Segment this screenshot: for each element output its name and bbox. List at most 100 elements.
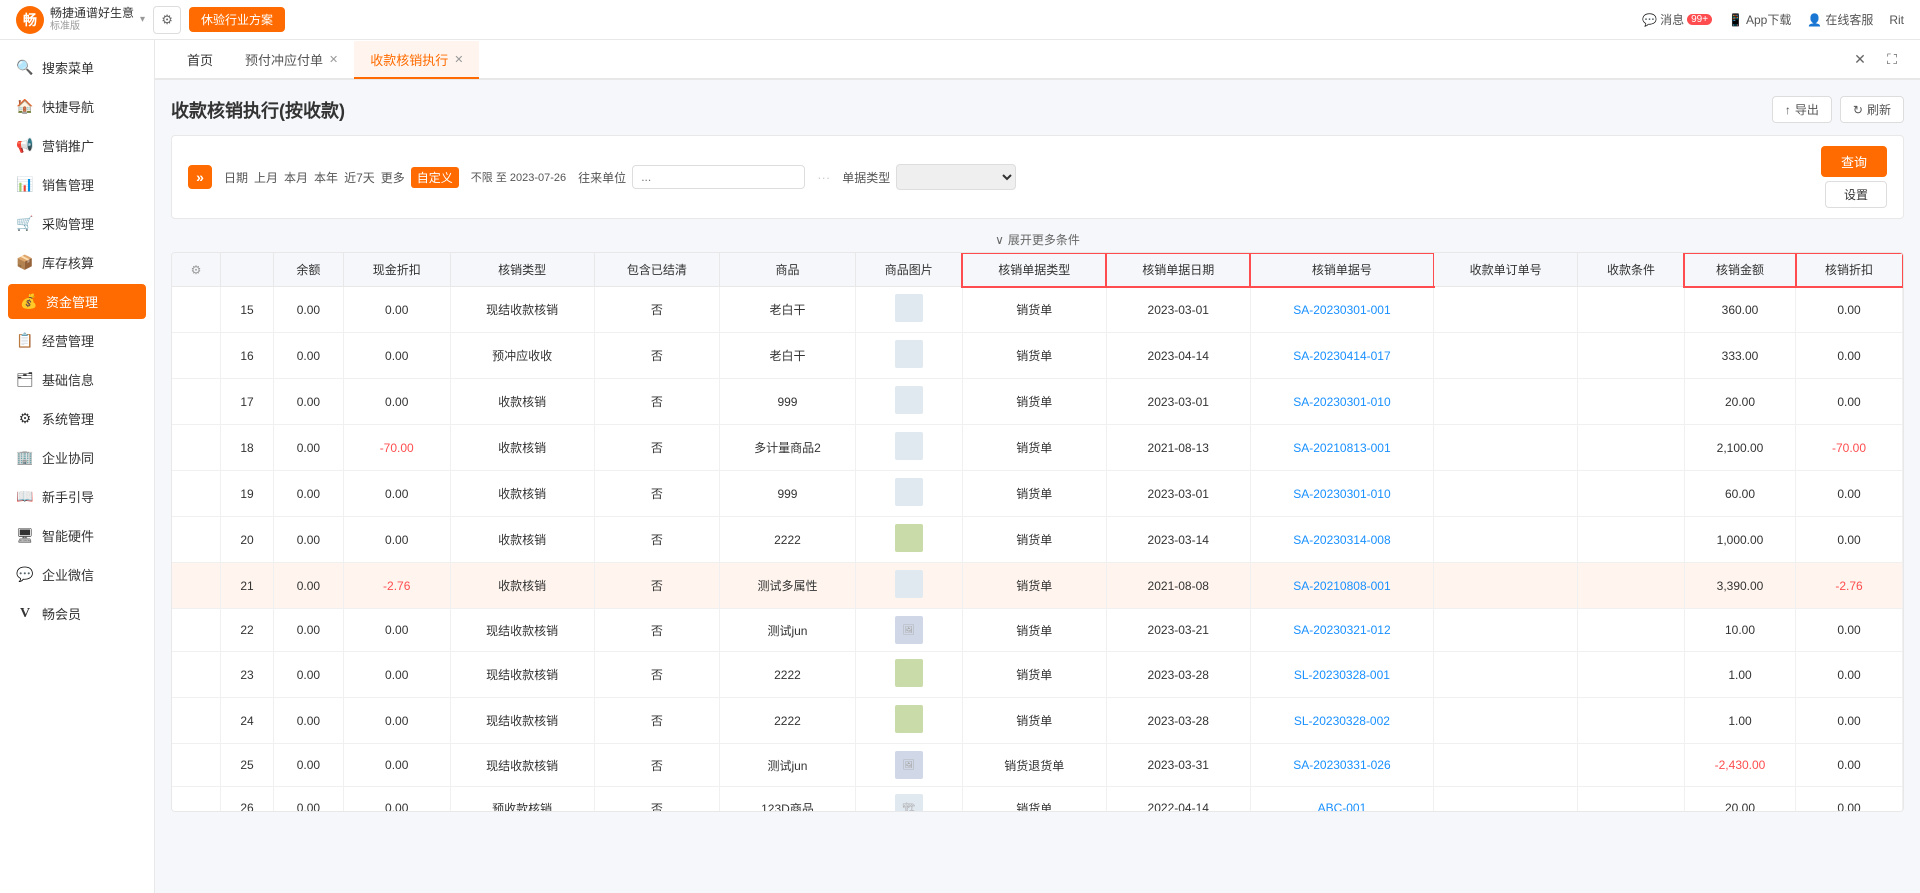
sidebar-item-enterprise[interactable]: 🏢 企业协同 — [0, 438, 154, 477]
filter-date-last-month[interactable]: 上月 — [254, 169, 278, 186]
tab-prepay-close[interactable]: ✕ — [329, 53, 338, 66]
col-writeoff-bill-no-cell[interactable]: SA-20230301-010 — [1250, 471, 1433, 517]
sidebar-item-base[interactable]: 🗂 基础信息 — [0, 360, 154, 399]
filter-date-more[interactable]: 更多 — [381, 169, 405, 186]
col-writeoff-bill-no-cell[interactable]: SL-20230328-001 — [1250, 652, 1433, 698]
col-cash-discount-cell: 0.00 — [343, 379, 450, 425]
col-include-settled-cell: 否 — [594, 425, 719, 471]
col-receipt-order-no-cell — [1434, 287, 1578, 333]
setting-button[interactable]: 设置 — [1825, 181, 1887, 208]
sidebar-item-system[interactable]: ⚙ 系统管理 — [0, 399, 154, 438]
sidebar-item-member[interactable]: V 畅会员 — [0, 594, 154, 633]
user-name[interactable]: Rit — [1889, 13, 1904, 27]
col-writeoff-bill-date-cell: 2023-04-14 — [1106, 333, 1250, 379]
tab-receipt-close[interactable]: ✕ — [454, 53, 463, 66]
tab-prepay[interactable]: 预付冲应付单 ✕ — [229, 41, 354, 79]
col-gear-cell — [172, 333, 220, 379]
col-writeoff-bill-date: 核销单据日期 — [1106, 253, 1250, 287]
message-badge[interactable]: 💬 消息 99+ — [1642, 11, 1712, 28]
col-writeoff-bill-type: 核销单据类型 — [962, 253, 1106, 287]
sidebar-item-marketing[interactable]: 📢 营销推广 — [0, 126, 154, 165]
col-writeoff-type-cell: 预收款核销 — [450, 787, 594, 813]
writeoff-bill-no-link[interactable]: SA-20230414-017 — [1293, 349, 1390, 363]
message-count: 99+ — [1687, 14, 1712, 25]
industry-solution-button[interactable]: 休验行业方案 — [189, 7, 285, 32]
writeoff-bill-no-link[interactable]: ABC-001 — [1318, 801, 1367, 812]
col-writeoff-bill-no-cell[interactable]: SA-20210813-001 — [1250, 425, 1433, 471]
sidebar-item-sales[interactable]: 📊 销售管理 — [0, 165, 154, 204]
col-writeoff-bill-no-cell[interactable]: SA-20230301-010 — [1250, 379, 1433, 425]
col-writeoff-bill-no-cell[interactable]: SA-20230321-012 — [1250, 609, 1433, 652]
col-writeoff-bill-no-cell[interactable]: SA-20210808-001 — [1250, 563, 1433, 609]
main-layout: 🔍 搜索菜单 🏠 快捷导航 📢 营销推广 📊 销售管理 🛒 采购管理 📦 库存核… — [0, 40, 1920, 893]
writeoff-bill-no-link[interactable]: SL-20230328-001 — [1294, 668, 1390, 682]
logo-dropdown-arrow[interactable]: ▾ — [140, 14, 145, 25]
writeoff-bill-no-link[interactable]: SA-20230314-008 — [1293, 533, 1390, 547]
filter-bill-type-select[interactable] — [896, 164, 1016, 190]
filter-counterparty-input[interactable] — [632, 165, 805, 189]
col-gear-cell — [172, 787, 220, 813]
col-writeoff-bill-no-cell[interactable]: ABC-001 — [1250, 787, 1433, 813]
col-writeoff-type-cell: 收款核销 — [450, 517, 594, 563]
expand-more-label: 展开更多条件 — [1008, 231, 1080, 248]
col-receipt-condition-cell — [1578, 744, 1685, 787]
purchase-icon: 🛒 — [16, 215, 34, 233]
member-icon: V — [16, 605, 34, 623]
sidebar-item-purchase[interactable]: 🛒 采购管理 — [0, 204, 154, 243]
tab-home[interactable]: 首页 — [171, 41, 229, 79]
col-writeoff-bill-no-cell[interactable]: SA-20230301-001 — [1250, 287, 1433, 333]
sidebar: 🔍 搜索菜单 🏠 快捷导航 📢 营销推广 📊 销售管理 🛒 采购管理 📦 库存核… — [0, 40, 155, 893]
writeoff-bill-no-link[interactable]: SL-20230328-002 — [1294, 714, 1390, 728]
col-receipt-order-no-cell — [1434, 379, 1578, 425]
col-goods-cell: 老白干 — [720, 333, 856, 379]
col-balance-cell: 0.00 — [274, 517, 344, 563]
col-writeoff-bill-no-cell[interactable]: SA-20230414-017 — [1250, 333, 1433, 379]
writeoff-bill-no-link[interactable]: SA-20230301-010 — [1293, 487, 1390, 501]
sidebar-label-wechat: 企业微信 — [42, 565, 94, 584]
writeoff-bill-no-link[interactable]: SA-20230301-010 — [1293, 395, 1390, 409]
col-writeoff-bill-no-cell[interactable]: SA-20230314-008 — [1250, 517, 1433, 563]
filter-date-custom[interactable]: 自定义 — [411, 167, 459, 188]
sidebar-item-wechat[interactable]: 💬 企业微信 — [0, 555, 154, 594]
writeoff-bill-no-link[interactable]: SA-20230331-026 — [1293, 758, 1390, 772]
expand-more-conditions[interactable]: ∨ 展开更多条件 — [171, 227, 1904, 252]
online-service-button[interactable]: 👤 在线客服 — [1807, 11, 1873, 28]
tab-expand-icon[interactable]: ⛶ — [1880, 47, 1904, 71]
app-download-button[interactable]: 📱 App下载 — [1728, 11, 1791, 28]
col-receipt-condition-cell — [1578, 787, 1685, 813]
sidebar-item-operations[interactable]: 📋 经营管理 — [0, 321, 154, 360]
filter-date-this-year[interactable]: 本年 — [314, 169, 338, 186]
col-receipt-condition-cell — [1578, 652, 1685, 698]
export-button[interactable]: ↑ 导出 — [1772, 96, 1832, 123]
tab-close-all-icon[interactable]: ✕ — [1848, 47, 1872, 71]
writeoff-bill-no-link[interactable]: SA-20230321-012 — [1293, 623, 1390, 637]
filter-expand-button[interactable]: » — [188, 165, 212, 189]
table-row: 22 0.00 0.00 现结收款核销 否 测试jun 🖼 销货单 2023-0… — [172, 609, 1903, 652]
filter-date-this-month[interactable]: 本月 — [284, 169, 308, 186]
writeoff-bill-no-link[interactable]: SA-20210808-001 — [1293, 579, 1390, 593]
writeoff-bill-no-link[interactable]: SA-20210813-001 — [1293, 441, 1390, 455]
col-writeoff-discount-cell: 0.00 — [1796, 471, 1903, 517]
tab-receipt[interactable]: 收款核销执行 ✕ — [354, 41, 479, 79]
sidebar-item-search[interactable]: 🔍 搜索菜单 — [0, 48, 154, 87]
writeoff-bill-no-link[interactable]: SA-20230301-001 — [1293, 303, 1390, 317]
refresh-button[interactable]: ↻ 刷新 — [1840, 96, 1904, 123]
sidebar-item-quicknav[interactable]: 🏠 快捷导航 — [0, 87, 154, 126]
sidebar-item-inventory[interactable]: 📦 库存核算 — [0, 243, 154, 282]
sidebar-label-member: 畅会员 — [42, 604, 81, 623]
col-writeoff-bill-no-cell[interactable]: SA-20230331-026 — [1250, 744, 1433, 787]
search-icon: 🔍 — [16, 59, 34, 77]
tab-prepay-label: 预付冲应付单 — [245, 50, 323, 69]
col-receipt-order-no: 收款单订单号 — [1434, 253, 1578, 287]
finance-icon: 💰 — [20, 293, 38, 311]
sidebar-item-hardware[interactable]: 🖥 智能硬件 — [0, 516, 154, 555]
sidebar-item-guide[interactable]: 📖 新手引导 — [0, 477, 154, 516]
col-gear[interactable]: ⚙ — [172, 253, 220, 287]
filter-date-7days[interactable]: 近7天 — [344, 169, 375, 186]
col-writeoff-bill-date-cell: 2021-08-08 — [1106, 563, 1250, 609]
query-button[interactable]: 查询 — [1821, 146, 1887, 177]
col-writeoff-bill-no-cell[interactable]: SL-20230328-002 — [1250, 698, 1433, 744]
settings-gear-button[interactable]: ⚙ — [153, 6, 181, 34]
table-row: 18 0.00 -70.00 收款核销 否 多计量商品2 销货单 2021-08… — [172, 425, 1903, 471]
sidebar-item-finance[interactable]: 💰 资金管理 — [8, 284, 146, 319]
